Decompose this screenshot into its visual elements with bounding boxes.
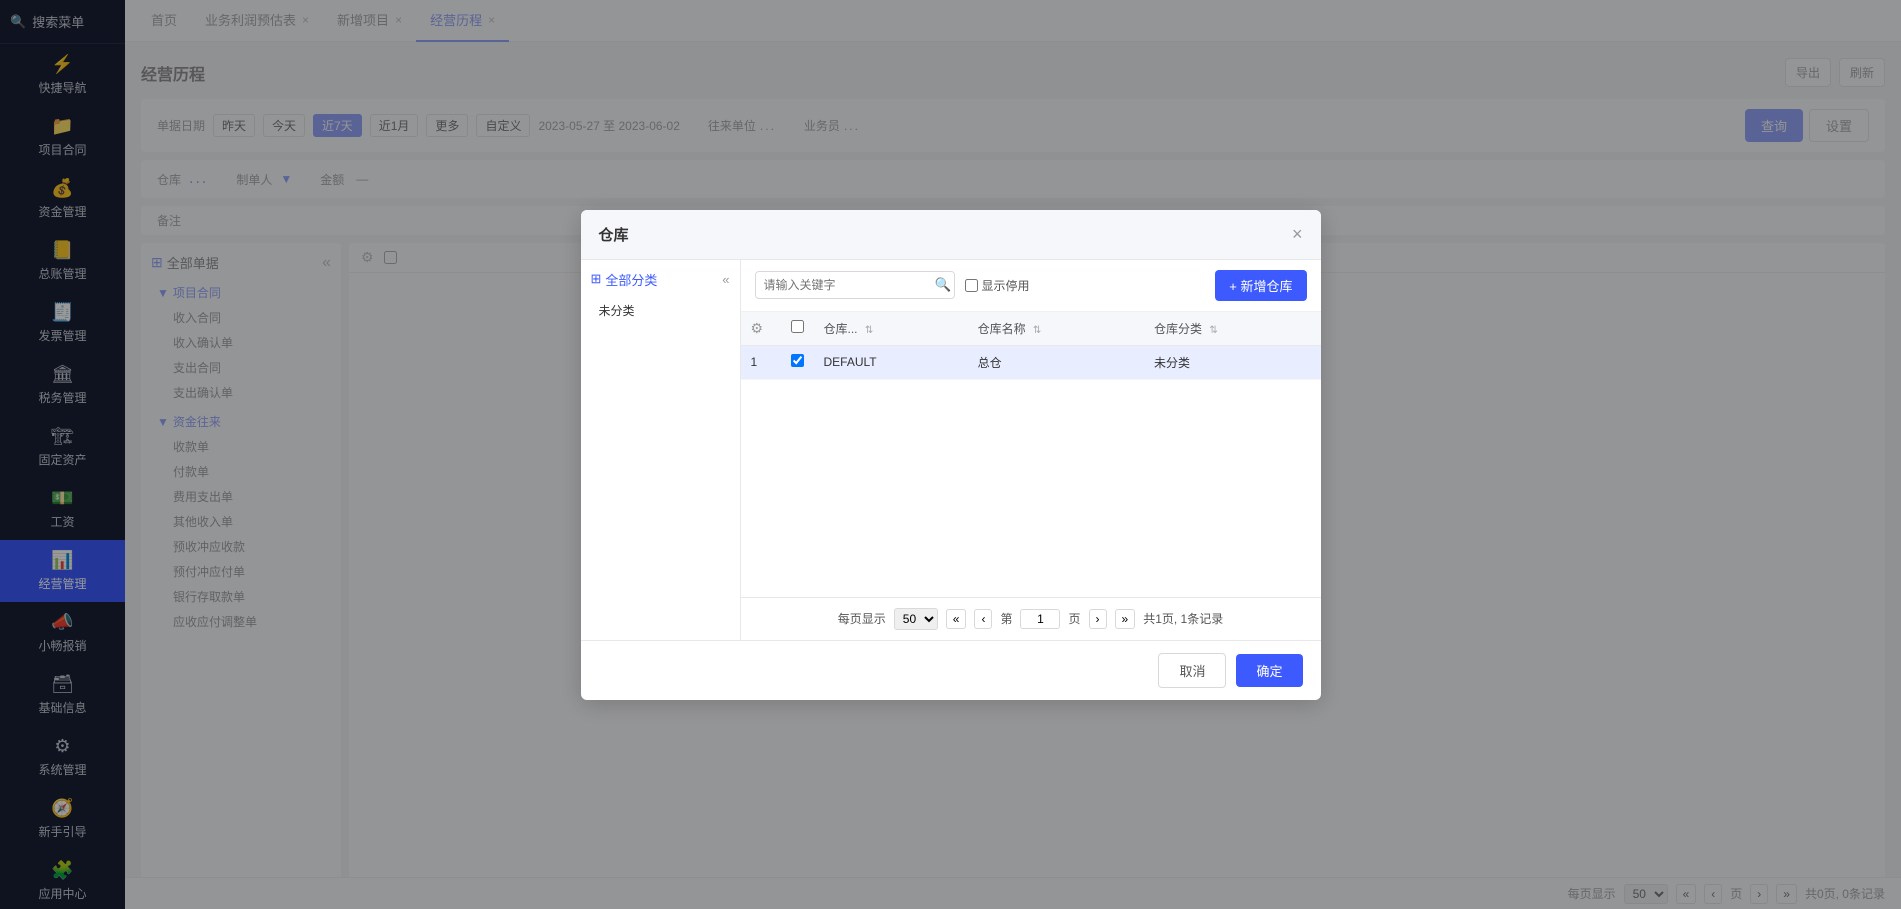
modal-search-box: 🔍 bbox=[755, 271, 955, 299]
modal-prev-btn[interactable]: ‹ bbox=[974, 609, 992, 629]
row-name: 总仓 bbox=[968, 345, 1144, 379]
modal-page-label: 第 bbox=[1000, 610, 1012, 627]
sort-icon-code: ⇅ bbox=[865, 325, 873, 336]
modal-per-page-select[interactable]: 50 bbox=[894, 608, 938, 630]
row-checkbox[interactable] bbox=[791, 354, 804, 367]
modal-header: 仓库 × bbox=[581, 210, 1321, 260]
modal-body: ⊞ 全部分类 « 未分类 🔍 显示停用 + 新增仓库 bbox=[581, 260, 1321, 640]
modal-search-input[interactable] bbox=[756, 273, 927, 297]
grid-icon-2: ⊞ bbox=[591, 271, 602, 287]
modal-toolbar: 🔍 显示停用 + 新增仓库 bbox=[741, 260, 1321, 312]
modal-category-panel: ⊞ 全部分类 « 未分类 bbox=[581, 260, 741, 640]
show-disabled-label[interactable]: 显示停用 bbox=[965, 277, 1030, 294]
modal-footer: 取消 确定 bbox=[581, 640, 1321, 700]
modal-total: 共1页, 1条记录 bbox=[1143, 610, 1223, 627]
row-category: 未分类 bbox=[1144, 345, 1320, 379]
modal-left-header: ⊞ 全部分类 « bbox=[591, 270, 730, 289]
sort-icon-category: ⇅ bbox=[1209, 325, 1217, 336]
modal-next-btn[interactable]: › bbox=[1089, 609, 1107, 629]
table-row[interactable]: 1 DEFAULT 总仓 未分类 bbox=[741, 345, 1321, 379]
th-code: 仓库... ⇅ bbox=[814, 312, 968, 346]
sort-icon-name: ⇅ bbox=[1033, 325, 1041, 336]
category-uncategorized[interactable]: 未分类 bbox=[591, 297, 730, 324]
th-category: 仓库分类 ⇅ bbox=[1144, 312, 1320, 346]
warehouse-table: ⚙ 仓库... ⇅ 仓库名称 ⇅ bbox=[741, 312, 1321, 380]
category-all-label[interactable]: ⊞ 全部分类 bbox=[591, 270, 658, 289]
table-gear-icon[interactable]: ⚙ bbox=[751, 320, 764, 336]
th-checkbox bbox=[781, 312, 814, 346]
modal-page-input[interactable] bbox=[1020, 609, 1060, 629]
modal-table: ⚙ 仓库... ⇅ 仓库名称 ⇅ bbox=[741, 312, 1321, 597]
modal-collapse-icon[interactable]: « bbox=[722, 272, 729, 287]
modal-cancel-button[interactable]: 取消 bbox=[1158, 653, 1226, 688]
modal-page-suffix: 页 bbox=[1068, 610, 1080, 627]
modal-per-page-label: 每页显示 bbox=[838, 610, 886, 627]
warehouse-modal: 仓库 × ⊞ 全部分类 « 未分类 🔍 bbox=[581, 210, 1321, 700]
th-select-all[interactable] bbox=[791, 320, 804, 333]
row-checkbox-cell bbox=[781, 345, 814, 379]
warehouse-table-body: 1 DEFAULT 总仓 未分类 bbox=[741, 345, 1321, 379]
th-name: 仓库名称 ⇅ bbox=[968, 312, 1144, 346]
modal-pagination: 每页显示 50 « ‹ 第 页 › » 共1页, 1条记录 bbox=[741, 597, 1321, 640]
table-header-row: ⚙ 仓库... ⇅ 仓库名称 ⇅ bbox=[741, 312, 1321, 346]
modal-last-btn[interactable]: » bbox=[1115, 609, 1136, 629]
modal-confirm-button[interactable]: 确定 bbox=[1236, 654, 1302, 687]
modal-first-btn[interactable]: « bbox=[946, 609, 967, 629]
show-disabled-checkbox[interactable] bbox=[965, 279, 978, 292]
modal-right: 🔍 显示停用 + 新增仓库 ⚙ bbox=[741, 260, 1321, 640]
modal-close-button[interactable]: × bbox=[1292, 224, 1303, 245]
row-code: DEFAULT bbox=[814, 345, 968, 379]
modal-search-button[interactable]: 🔍 bbox=[927, 272, 955, 298]
modal-title: 仓库 bbox=[599, 224, 629, 245]
th-settings: ⚙ bbox=[741, 312, 781, 346]
add-warehouse-button[interactable]: + 新增仓库 bbox=[1215, 270, 1306, 301]
row-seq: 1 bbox=[741, 345, 781, 379]
